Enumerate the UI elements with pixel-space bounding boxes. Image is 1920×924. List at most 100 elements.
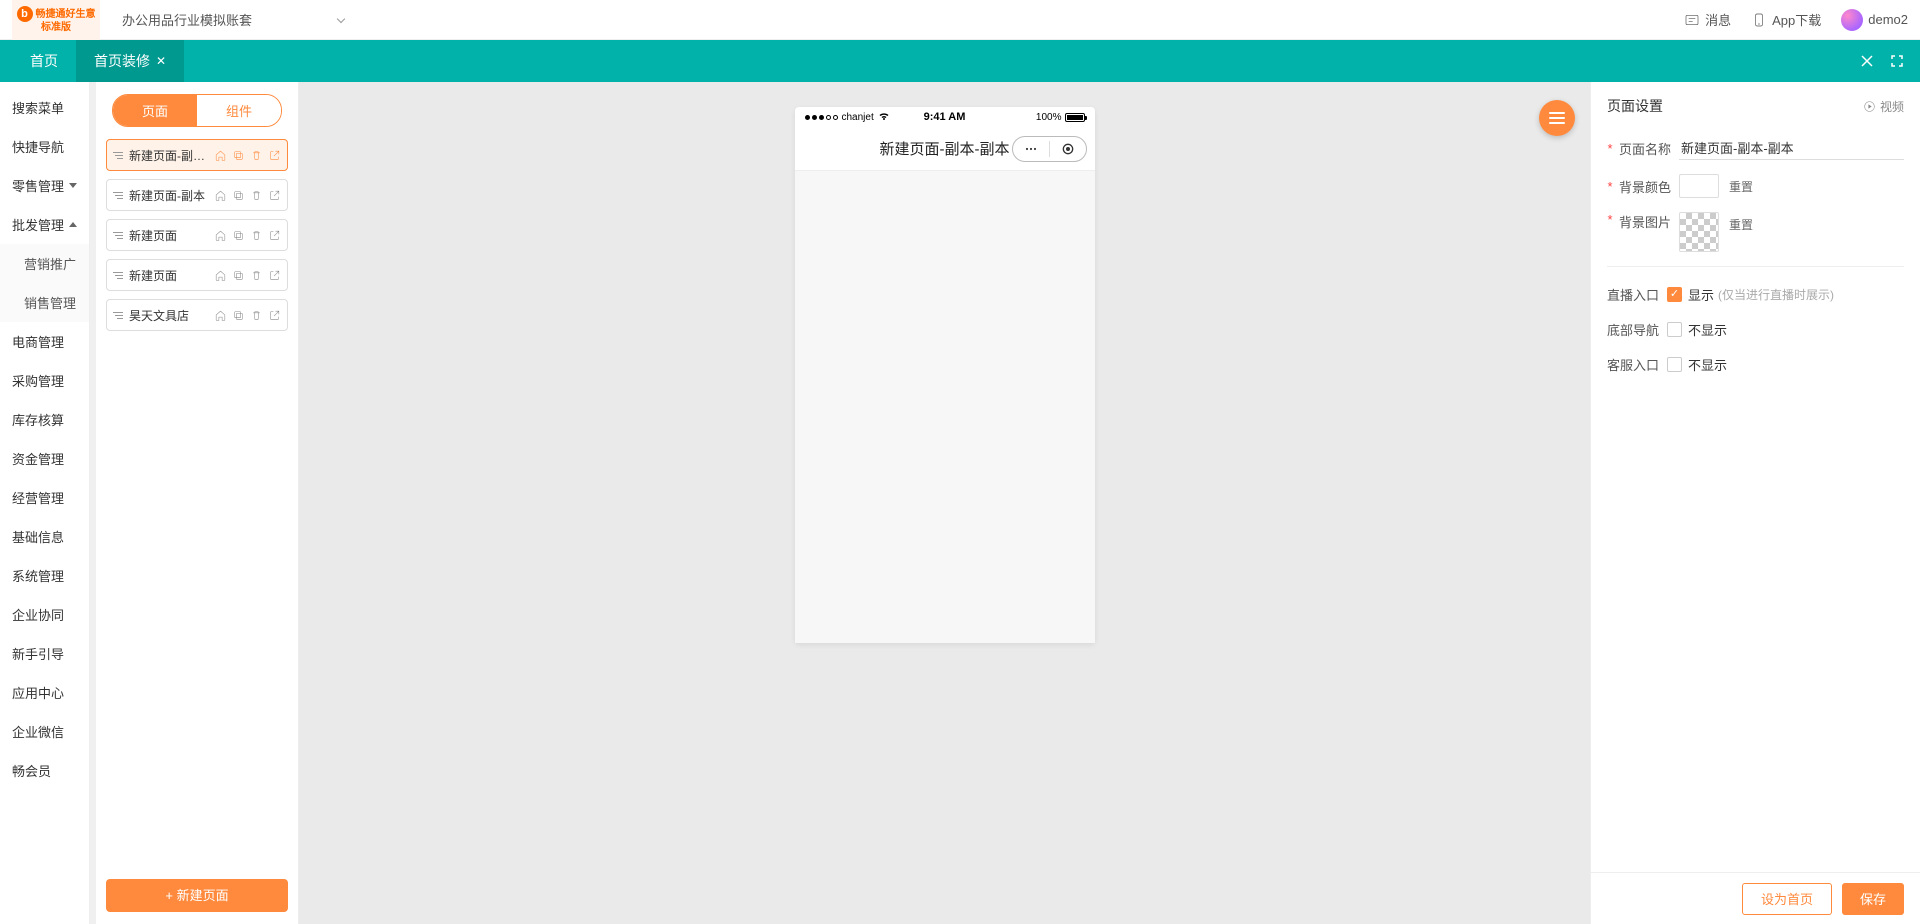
- sidebar-item-retail[interactable]: 零售管理: [0, 166, 89, 205]
- capsule-close-icon[interactable]: [1050, 137, 1086, 161]
- messages-link[interactable]: 消息: [1684, 10, 1731, 29]
- external-icon[interactable]: [268, 309, 281, 322]
- page-item[interactable]: 新建页面: [106, 259, 288, 291]
- external-icon[interactable]: [268, 229, 281, 242]
- reset-image-button[interactable]: 重置: [1729, 216, 1753, 233]
- sidebar-item-basic[interactable]: 基础信息: [0, 517, 89, 556]
- capsule-more-icon[interactable]: [1013, 137, 1049, 161]
- close-button[interactable]: [1852, 40, 1882, 82]
- page-item[interactable]: 新建页面-副本: [106, 179, 288, 211]
- sidebar-item-sales[interactable]: 销售管理: [0, 283, 89, 322]
- copy-icon[interactable]: [232, 229, 245, 242]
- app-header: b 畅捷通好生意 标准版 办公用品行业模拟账套 消息 App下载 demo2: [0, 0, 1920, 40]
- sidebar-item-ecommerce[interactable]: 电商管理: [0, 322, 89, 361]
- user-menu[interactable]: demo2: [1841, 9, 1908, 31]
- external-icon[interactable]: [268, 149, 281, 162]
- app-download-link[interactable]: App下载: [1751, 10, 1821, 29]
- sidebar-item-member[interactable]: 畅会员: [0, 751, 89, 790]
- sidebar-item-system[interactable]: 系统管理: [0, 556, 89, 595]
- checkbox-bottom-nav[interactable]: [1667, 322, 1682, 337]
- page-list-panel: 页面 组件 新建页面-副本... 新建页面-副本: [96, 82, 299, 924]
- sidebar-item-inventory[interactable]: 库存核算: [0, 400, 89, 439]
- page-item[interactable]: 新建页面: [106, 219, 288, 251]
- sidebar-item-wechat[interactable]: 企业微信: [0, 712, 89, 751]
- tab-label: 首页: [30, 51, 58, 71]
- home-icon[interactable]: [214, 269, 227, 282]
- page-name: 新建页面: [129, 267, 208, 284]
- phone-icon: [1751, 12, 1767, 28]
- phone-time: 9:41 AM: [795, 111, 1095, 123]
- check-text: 不显示: [1688, 355, 1727, 374]
- drag-handle-icon[interactable]: [113, 312, 123, 319]
- header-right: 消息 App下载 demo2: [1684, 9, 1908, 31]
- drag-handle-icon[interactable]: [113, 152, 123, 159]
- required-icon: *: [1607, 212, 1613, 227]
- tab-bar: 首页 首页装修 ✕: [0, 40, 1920, 82]
- sidebar-item-marketing[interactable]: 营销推广: [0, 244, 89, 283]
- sidebar-item-guide[interactable]: 新手引导: [0, 634, 89, 673]
- save-button[interactable]: 保存: [1842, 883, 1904, 915]
- field-bg-image: * 背景图片 重置: [1607, 212, 1904, 252]
- delete-icon[interactable]: [250, 149, 263, 162]
- external-icon[interactable]: [268, 269, 281, 282]
- tab-close-icon[interactable]: ✕: [156, 54, 166, 68]
- sidebar-item-operation[interactable]: 经营管理: [0, 478, 89, 517]
- sidebar-item-quicknav[interactable]: 快捷导航: [0, 127, 89, 166]
- delete-icon[interactable]: [250, 189, 263, 202]
- play-circle-icon: [1863, 100, 1876, 113]
- drag-handle-icon[interactable]: [113, 232, 123, 239]
- page-item[interactable]: 新建页面-副本...: [106, 139, 288, 171]
- home-icon[interactable]: [214, 309, 227, 322]
- delete-icon[interactable]: [250, 229, 263, 242]
- copy-icon[interactable]: [232, 149, 245, 162]
- external-icon[interactable]: [268, 189, 281, 202]
- fullscreen-button[interactable]: [1882, 40, 1912, 82]
- drag-handle-icon[interactable]: [113, 272, 123, 279]
- sidebar-item-appcenter[interactable]: 应用中心: [0, 673, 89, 712]
- panel-footer: 设为首页 保存: [1591, 872, 1920, 924]
- image-picker[interactable]: [1679, 212, 1719, 252]
- page-name: 新建页面: [129, 227, 208, 244]
- drag-handle-icon[interactable]: [113, 192, 123, 199]
- home-icon[interactable]: [214, 229, 227, 242]
- sidebar-item-purchase[interactable]: 采购管理: [0, 361, 89, 400]
- set-home-button[interactable]: 设为首页: [1742, 883, 1832, 915]
- sidebar-item-collab[interactable]: 企业协同: [0, 595, 89, 634]
- copy-icon[interactable]: [232, 309, 245, 322]
- sidebar-item-search[interactable]: 搜索菜单: [0, 88, 89, 127]
- home-icon[interactable]: [214, 149, 227, 162]
- tab-page-decorate[interactable]: 首页装修 ✕: [76, 40, 184, 82]
- copy-icon[interactable]: [232, 269, 245, 282]
- seg-tab-pages[interactable]: 页面: [113, 95, 197, 126]
- reset-color-button[interactable]: 重置: [1729, 178, 1753, 195]
- canvas-area: chanjet 9:41 AM 100% 新建页面-副本-副本: [299, 82, 1590, 924]
- sidebar-item-funds[interactable]: 资金管理: [0, 439, 89, 478]
- check-hint: (仅当进行直播时展示): [1718, 286, 1834, 303]
- delete-icon[interactable]: [250, 309, 263, 322]
- phone-body[interactable]: [795, 171, 1095, 643]
- page-name: 新建页面-副本: [129, 187, 208, 204]
- checkbox-live[interactable]: [1667, 287, 1682, 302]
- home-icon[interactable]: [214, 189, 227, 202]
- account-selector[interactable]: 办公用品行业模拟账套: [122, 10, 344, 29]
- message-icon: [1684, 12, 1700, 28]
- floating-menu-button[interactable]: [1539, 100, 1575, 136]
- page-item[interactable]: 昊天文具店: [106, 299, 288, 331]
- sidebar-item-wholesale[interactable]: 批发管理: [0, 205, 89, 244]
- logo-mark-icon: b: [17, 6, 33, 22]
- hamburger-icon: [1549, 112, 1565, 114]
- caret-up-icon: [69, 222, 77, 227]
- seg-tab-components[interactable]: 组件: [197, 95, 281, 126]
- delete-icon[interactable]: [250, 269, 263, 282]
- battery-icon: [1065, 113, 1085, 122]
- phone-nav-bar: 新建页面-副本-副本: [795, 127, 1095, 171]
- checkbox-service[interactable]: [1667, 357, 1682, 372]
- new-page-button[interactable]: + 新建页面: [106, 879, 288, 912]
- tab-home[interactable]: 首页: [12, 40, 76, 82]
- color-swatch[interactable]: [1679, 174, 1719, 198]
- page-name-input[interactable]: [1679, 136, 1904, 160]
- logo[interactable]: b 畅捷通好生意 标准版: [12, 0, 100, 40]
- miniprogram-capsule[interactable]: [1012, 136, 1087, 162]
- copy-icon[interactable]: [232, 189, 245, 202]
- video-help-link[interactable]: 视频: [1863, 98, 1904, 115]
